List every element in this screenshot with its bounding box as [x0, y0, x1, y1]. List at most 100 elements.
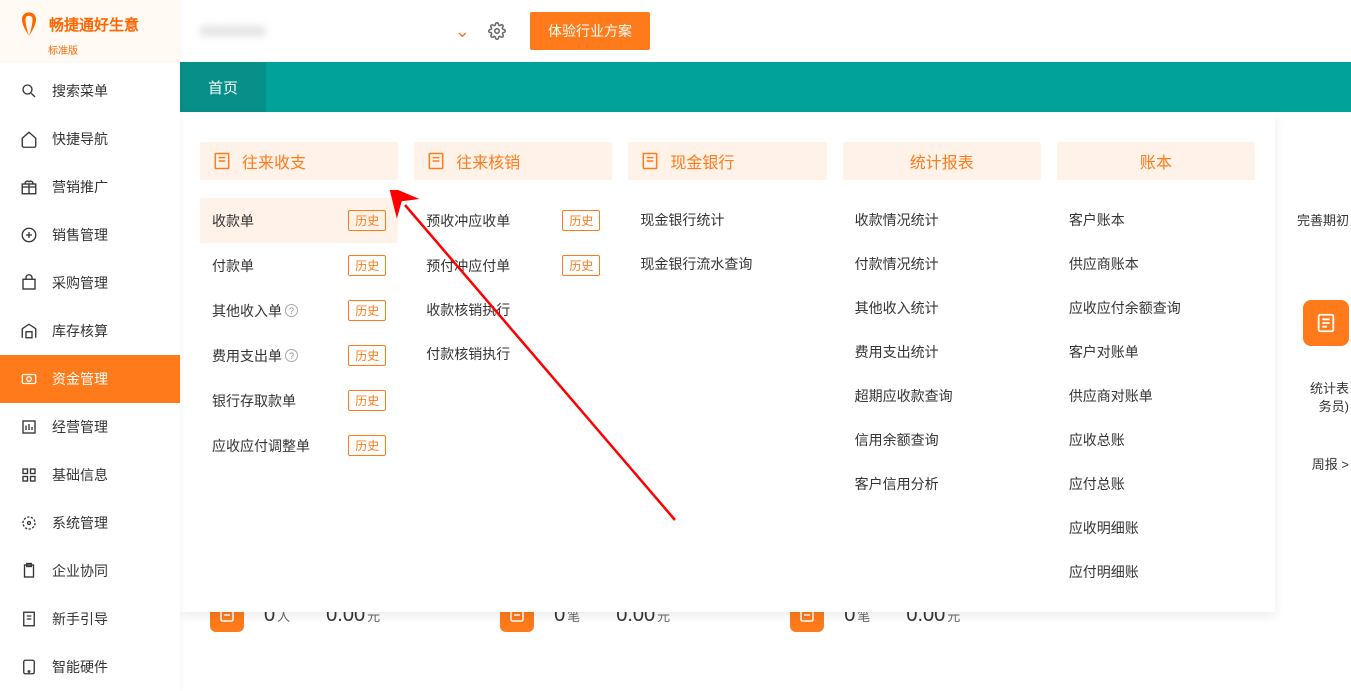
column-title: 往来核销 — [456, 149, 520, 173]
mega-item-1-1[interactable]: 预付冲应付单 历史 — [414, 243, 612, 288]
tab-home[interactable]: 首页 — [180, 62, 266, 112]
sidebar-item-9[interactable]: 系统管理 — [0, 499, 180, 547]
search-icon — [20, 82, 38, 100]
mega-item-3-3[interactable]: 费用支出统计 — [843, 330, 1041, 374]
mega-item-label: 收款单 — [212, 211, 254, 231]
mega-item-label: 超期应收款查询 — [855, 386, 953, 406]
mega-item-label: 预付冲应付单 — [426, 256, 510, 276]
mega-item-0-1[interactable]: 付款单历史 — [200, 243, 398, 288]
brand-logo: 畅捷通好生意 — [0, 0, 180, 48]
mega-item-3-6[interactable]: 客户信用分析 — [843, 462, 1041, 506]
sidebar-item-6[interactable]: 资金管理 — [0, 355, 180, 403]
floating-action — [1303, 300, 1349, 358]
mega-column-1: 往来核销预收冲应收单历史预付冲应付单 历史收款核销执行付款核销执行 — [414, 142, 612, 582]
company-selector[interactable]: XXXXXXX ⌄ — [200, 21, 470, 42]
mega-item-2-0[interactable]: 现金银行统计 — [628, 198, 826, 242]
sidebar-item-label: 资金管理 — [52, 369, 108, 389]
industry-plan-button[interactable]: 体验行业方案 — [530, 12, 650, 50]
brand-icon — [15, 10, 43, 38]
mega-item-4-4[interactable]: 供应商对账单 — [1057, 374, 1255, 418]
mega-column-header: 往来收支 — [200, 142, 398, 180]
sidebar-nav: 搜索菜单快捷导航营销推广销售管理采购管理库存核算资金管理经营管理基础信息系统管理… — [0, 63, 180, 691]
mega-item-0-0[interactable]: 收款单 历史 — [200, 198, 398, 243]
mega-item-3-0[interactable]: 收款情况统计 — [843, 198, 1041, 242]
mega-item-1-0[interactable]: 预收冲应收单历史 — [414, 198, 612, 243]
mega-column-3: 统计报表收款情况统计付款情况统计其他收入统计费用支出统计超期应收款查询信用余额查… — [843, 142, 1041, 582]
sidebar-item-label: 系统管理 — [52, 513, 108, 533]
history-badge[interactable]: 历史 — [348, 345, 386, 366]
history-badge[interactable]: 历史 — [348, 300, 386, 321]
mega-column-header: 账本 — [1057, 142, 1255, 180]
mega-item-4-0[interactable]: 客户账本 — [1057, 198, 1255, 242]
device-icon — [20, 658, 38, 676]
chevron-down-icon: ⌄ — [455, 21, 470, 42]
sidebar-item-0[interactable]: 搜索菜单 — [0, 67, 180, 115]
mega-item-label: 其他收入单? — [212, 301, 298, 321]
mega-item-4-5[interactable]: 应收总账 — [1057, 418, 1255, 462]
mega-item-label: 付款核销执行 — [426, 344, 510, 364]
mega-item-3-2[interactable]: 其他收入统计 — [843, 286, 1041, 330]
sidebar-item-2[interactable]: 营销推广 — [0, 163, 180, 211]
sidebar-item-8[interactable]: 基础信息 — [0, 451, 180, 499]
sidebar-item-11[interactable]: 新手引导 — [0, 595, 180, 643]
column-title: 现金银行 — [670, 149, 734, 173]
help-icon[interactable]: ? — [285, 349, 298, 362]
mega-item-4-6[interactable]: 应付总账 — [1057, 462, 1255, 506]
mega-item-4-3[interactable]: 客户对账单 — [1057, 330, 1255, 374]
mega-item-label: 付款情况统计 — [855, 254, 939, 274]
sidebar-item-7[interactable]: 经营管理 — [0, 403, 180, 451]
mega-item-label: 供应商账本 — [1069, 254, 1139, 274]
chart-icon — [20, 418, 38, 436]
history-badge[interactable]: 历史 — [348, 255, 386, 276]
money-icon — [20, 370, 38, 388]
warehouse-icon — [20, 322, 38, 340]
mega-item-label: 信用余额查询 — [855, 430, 939, 450]
mega-item-0-4[interactable]: 银行存取款单 历史 — [200, 378, 398, 423]
rightside-text-complete-initial[interactable]: 完善期初 — [1297, 210, 1349, 229]
help-icon[interactable]: ? — [285, 304, 298, 317]
clipboard-icon — [20, 562, 38, 580]
sidebar-item-10[interactable]: 企业协同 — [0, 547, 180, 595]
mega-item-label: 现金银行流水查询 — [640, 254, 752, 274]
mega-item-label: 供应商对账单 — [1069, 386, 1153, 406]
rightside-text-weekly[interactable]: 周报 > — [1312, 454, 1349, 473]
brand-title: 畅捷通好生意 — [49, 14, 139, 35]
mega-column-header: 现金银行 — [628, 142, 826, 180]
floating-icon[interactable] — [1303, 300, 1349, 346]
mega-item-label: 费用支出统计 — [855, 342, 939, 362]
mega-item-1-3[interactable]: 付款核销执行 — [414, 332, 612, 376]
sidebar-item-1[interactable]: 快捷导航 — [0, 115, 180, 163]
column-icon — [640, 151, 660, 171]
history-badge[interactable]: 历史 — [562, 255, 600, 276]
mega-item-4-2[interactable]: 应收应付余额查询 — [1057, 286, 1255, 330]
sidebar-item-12[interactable]: 智能硬件 — [0, 643, 180, 691]
mega-item-0-3[interactable]: 费用支出单?历史 — [200, 333, 398, 378]
mega-item-label: 应付总账 — [1069, 474, 1125, 494]
history-badge[interactable]: 历史 — [348, 210, 386, 231]
mega-item-3-4[interactable]: 超期应收款查询 — [843, 374, 1041, 418]
mega-item-4-1[interactable]: 供应商账本 — [1057, 242, 1255, 286]
sidebar-item-label: 采购管理 — [52, 273, 108, 293]
mega-item-0-2[interactable]: 其他收入单? 历史 — [200, 288, 398, 333]
mega-item-label: 银行存取款单 — [212, 391, 296, 411]
mega-item-3-5[interactable]: 信用余额查询 — [843, 418, 1041, 462]
sidebar-item-4[interactable]: 采购管理 — [0, 259, 180, 307]
sidebar-item-label: 智能硬件 — [52, 657, 108, 677]
history-badge[interactable]: 历史 — [562, 210, 600, 231]
sidebar-item-5[interactable]: 库存核算 — [0, 307, 180, 355]
mega-menu: 往来收支收款单历史付款单历史其他收入单?历史费用支出单?历史银行存取款单历史应收… — [180, 112, 1275, 612]
sidebar-item-3[interactable]: 销售管理 — [0, 211, 180, 259]
brand-subtitle: 标准版 — [0, 42, 180, 63]
mega-item-4-7[interactable]: 应收明细账 — [1057, 506, 1255, 550]
mega-item-1-2[interactable]: 收款核销执行 — [414, 288, 612, 332]
gear-icon[interactable] — [488, 22, 506, 40]
history-badge[interactable]: 历史 — [348, 390, 386, 411]
mega-item-0-5[interactable]: 应收应付调整单历史 — [200, 423, 398, 468]
column-icon — [426, 151, 446, 171]
mega-item-2-1[interactable]: 现金银行流水查询 — [628, 242, 826, 286]
history-badge[interactable]: 历史 — [348, 435, 386, 456]
mega-column-0: 往来收支收款单历史付款单历史其他收入单?历史费用支出单?历史银行存取款单历史应收… — [200, 142, 398, 582]
mega-item-3-1[interactable]: 付款情况统计 — [843, 242, 1041, 286]
mega-item-4-8[interactable]: 应付明细账 — [1057, 550, 1255, 594]
sidebar-item-label: 快捷导航 — [52, 129, 108, 149]
